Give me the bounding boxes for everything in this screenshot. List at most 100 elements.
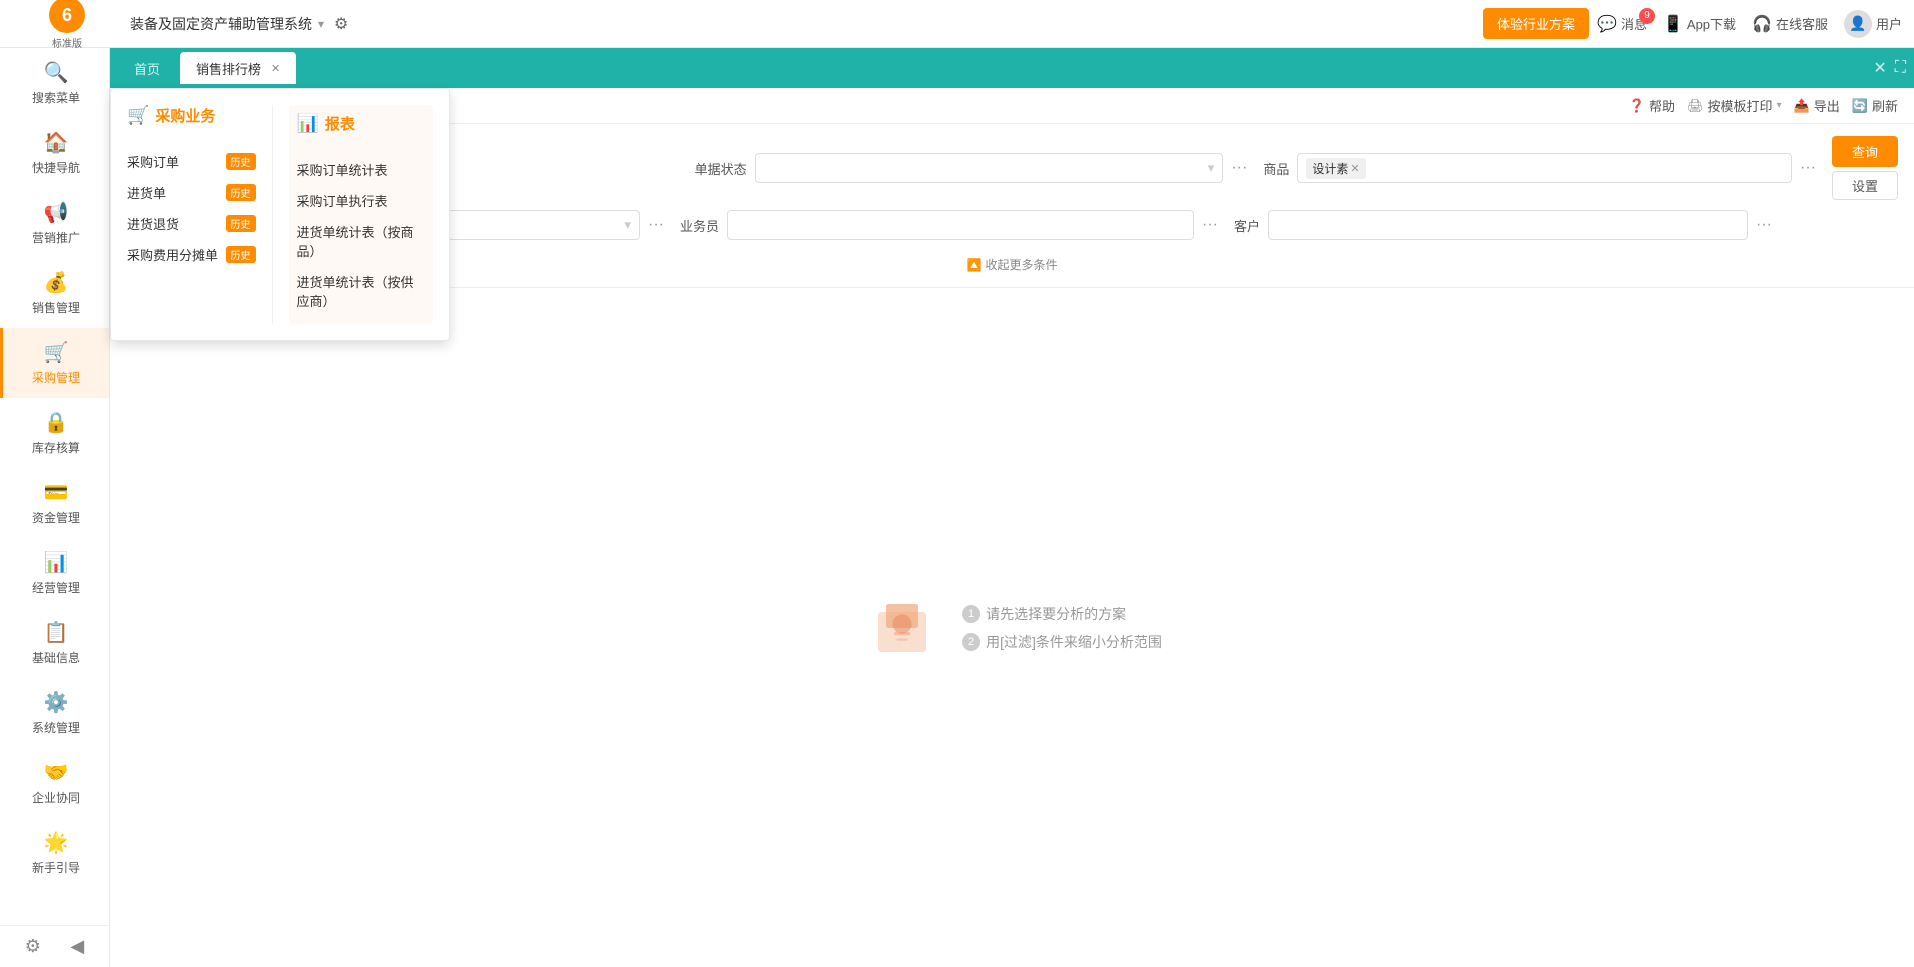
goods-input[interactable]: 设计素 ✕ [1297, 153, 1792, 183]
collapse-btn[interactable]: 🔼 收起更多条件 [967, 256, 1058, 273]
dropdown-right-label-2: 进货单统计表（按商品） [297, 225, 414, 259]
window-maximize-icon[interactable]: ⛶ [1895, 59, 1906, 77]
report-menu-icon: 📊 [297, 113, 319, 134]
headset-icon: 🎧 [1752, 14, 1772, 34]
system-title-area: 装备及固定资产辅助管理系统 ▾ ⚙ [130, 14, 1475, 34]
empty-step-1: 1 请先选择要分析的方案 [962, 604, 1162, 624]
salesperson-input[interactable] [727, 210, 1194, 240]
tab-sales-rank[interactable]: 销售排行榜 ✕ [180, 52, 296, 84]
goods-tag-text: 设计素 [1312, 160, 1348, 177]
dropdown-right-item-3[interactable]: 进货单统计表（按供应商） [297, 266, 426, 316]
purchase-icon: 🛒 [44, 340, 69, 365]
sidebar-item-finance[interactable]: 💳 资金管理 [0, 468, 109, 538]
dropdown-item-purchase-order[interactable]: 采购订单 历史 [127, 146, 256, 177]
customer-more-icon[interactable]: ··· [1756, 216, 1772, 234]
online-service-action[interactable]: 🎧 在线客服 [1752, 14, 1828, 34]
export-action[interactable]: 📤 导出 [1794, 96, 1840, 115]
sidebar-item-sales[interactable]: 💰 销售管理 [0, 258, 109, 328]
salesperson-more-icon[interactable]: ··· [1202, 216, 1218, 234]
sidebar-item-marketing-label: 营销推广 [32, 229, 80, 246]
industry-btn[interactable]: 体验行业方案 [1483, 8, 1589, 39]
tab-sales-rank-label: 销售排行榜 [196, 59, 261, 78]
export-label: 导出 [1814, 96, 1840, 115]
dropdown-right-col: 📊 报表 采购订单统计表 采购订单执行表 进货单统计表（按商品） 进货单统计表（… [289, 105, 434, 324]
dropdown-item-return[interactable]: 进货退货 历史 [127, 208, 256, 239]
sidebar-item-system[interactable]: ⚙️ 系统管理 [0, 678, 109, 748]
user-label: 用户 [1876, 14, 1902, 33]
sidebar-item-operations-label: 经营管理 [32, 579, 80, 596]
title-dropdown-arrow[interactable]: ▾ [318, 17, 324, 31]
dropdown-right-item-1[interactable]: 采购订单执行表 [297, 185, 426, 216]
online-service-label: 在线客服 [1776, 14, 1828, 33]
history-badge-3: 历史 [226, 246, 256, 263]
tab-window-controls: ✕ ⛶ [1873, 58, 1906, 78]
top-header: 6 标准版 装备及固定资产辅助管理系统 ▾ ⚙ 体验行业方案 💬 消息 9 📱 … [0, 0, 1914, 48]
home-icon: 🏠 [44, 130, 69, 155]
tab-close-icon[interactable]: ✕ [271, 62, 280, 75]
goods-tag-close-icon[interactable]: ✕ [1350, 162, 1359, 175]
rank-dropdown-icon: ▾ [624, 217, 631, 233]
print-dropdown-icon[interactable]: ▾ [1777, 100, 1782, 111]
sidebar-settings-icon[interactable]: ⚙ [25, 936, 41, 957]
sidebar-item-finance-label: 资金管理 [32, 509, 80, 526]
export-icon: 📤 [1794, 98, 1810, 114]
window-close-icon[interactable]: ✕ [1873, 58, 1886, 78]
sidebar-item-marketing[interactable]: 📢 营销推广 [0, 188, 109, 258]
voucher-status-more-icon[interactable]: ··· [1231, 159, 1247, 177]
sidebar-collapse-icon[interactable]: ◀ [70, 936, 84, 957]
step-num-2: 2 [962, 633, 980, 651]
empty-step-2: 2 用[过滤]条件来缩小分析范围 [962, 632, 1162, 652]
rank-more-icon[interactable]: ··· [648, 216, 664, 234]
salesperson-label: 业务员 [680, 216, 719, 235]
app-download-label: App下载 [1687, 14, 1736, 33]
sidebar-item-search[interactable]: 🔍 搜索菜单 [0, 48, 109, 118]
goods-more-icon[interactable]: ··· [1800, 159, 1816, 177]
sidebar: 🔍 搜索菜单 🏠 快捷导航 📢 营销推广 💰 销售管理 🛒 采购管理 🔒 库存核… [0, 48, 110, 967]
print-action[interactable]: 🖨 按模板打印 ▾ [1687, 96, 1782, 115]
sidebar-item-inventory-label: 库存核算 [32, 439, 80, 456]
goods-filter-item: 商品 设计素 ✕ ··· [1263, 153, 1816, 183]
empty-illustration [862, 588, 942, 668]
voucher-status-input[interactable]: ▾ [755, 153, 1224, 183]
print-icon: 🖨 [1687, 98, 1704, 114]
dropdown-left-col: 🛒 采购业务 采购订单 历史 进货单 历史 进货退货 历史 采购费用分摊单 历史 [127, 105, 256, 324]
history-badge-0: 历史 [226, 153, 256, 170]
help-action[interactable]: ❓ 帮助 [1629, 96, 1675, 115]
customer-filter-item: 客户 ··· [1234, 210, 1772, 240]
message-action[interactable]: 💬 消息 9 [1597, 14, 1647, 34]
dropdown-item-label-0: 采购订单 [127, 152, 179, 171]
app-download-action[interactable]: 📱 App下载 [1663, 14, 1736, 34]
sidebar-item-quicknav[interactable]: 🏠 快捷导航 [0, 118, 109, 188]
sidebar-item-inventory[interactable]: 🔒 库存核算 [0, 398, 109, 468]
help-label: 帮助 [1649, 96, 1675, 115]
user-action[interactable]: 👤 用户 [1844, 10, 1902, 38]
sidebar-item-operations[interactable]: 📊 经营管理 [0, 538, 109, 608]
sidebar-item-purchase-label: 采购管理 [32, 369, 80, 386]
sidebar-item-basic[interactable]: 📋 基础信息 [0, 608, 109, 678]
system-settings-icon[interactable]: ⚙ [334, 14, 348, 34]
sidebar-item-guide-label: 新手引导 [32, 859, 80, 876]
refresh-label: 刷新 [1872, 96, 1898, 115]
sidebar-item-purchase[interactable]: 🛒 采购管理 [0, 328, 109, 398]
settings-button[interactable]: 设置 [1832, 171, 1898, 200]
query-button[interactable]: 查询 [1832, 136, 1898, 167]
sidebar-item-enterprise[interactable]: 🤝 企业协同 [0, 748, 109, 818]
dropdown-item-expense[interactable]: 采购费用分摊单 历史 [127, 239, 256, 270]
sidebar-item-guide[interactable]: 🌟 新手引导 [0, 818, 109, 888]
dropdown-right-title-text: 报表 [325, 113, 355, 134]
dropdown-item-label-2: 进货退货 [127, 214, 179, 233]
operations-icon: 📊 [44, 550, 69, 575]
sidebar-item-system-label: 系统管理 [32, 719, 80, 736]
sidebar-item-quicknav-label: 快捷导航 [32, 159, 80, 176]
salesperson-filter-item: 业务员 ··· [680, 210, 1218, 240]
refresh-action[interactable]: 🔄 刷新 [1852, 96, 1898, 115]
dropdown-right-item-0[interactable]: 采购订单统计表 [297, 154, 426, 185]
dropdown-right-item-2[interactable]: 进货单统计表（按商品） [297, 216, 426, 266]
tab-home[interactable]: 首页 [118, 52, 176, 84]
collapse-chevron-icon: 🔼 [967, 258, 982, 272]
dropdown-item-incoming[interactable]: 进货单 历史 [127, 177, 256, 208]
goods-label: 商品 [1263, 159, 1289, 178]
print-label: 按模板打印 [1708, 96, 1773, 115]
voucher-status-filter-item: 单据状态 ▾ ··· [695, 153, 1248, 183]
customer-input[interactable] [1268, 210, 1748, 240]
